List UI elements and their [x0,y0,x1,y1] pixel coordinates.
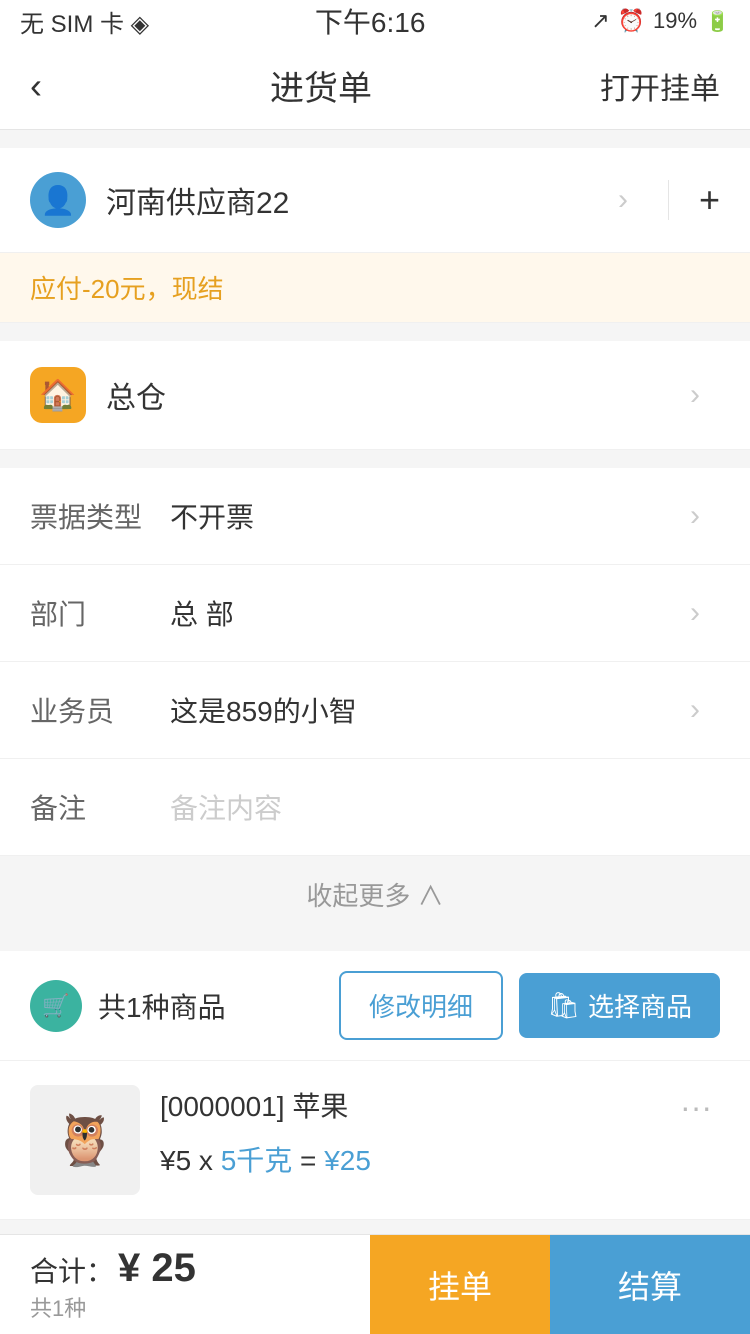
product-section-icon: 🛒 [30,980,82,1032]
add-supplier-button[interactable]: + [699,179,720,221]
remark-row[interactable]: 备注 备注内容 [0,759,750,856]
open-pending-button[interactable]: 打开挂单 [600,64,720,108]
salesperson-row[interactable]: 业务员 这是859的小智 › [0,662,750,759]
total-amount: ¥ 25 [118,1246,196,1291]
supplier-section: 👤 河南供应商22 › + 应付-20元，现结 [0,148,750,323]
back-button[interactable]: ‹ [30,65,42,107]
invoice-type-row[interactable]: 票据类型 不开票 › [0,468,750,565]
warehouse-name: 总仓 [106,373,690,417]
status-bar: 无 SIM 卡 ◈ 下午6:16 ↗ ⏰ 19% 🔋 [0,0,750,42]
product-info: [0000001] 苹果 ¥5 x 5千克 = ¥25 [160,1085,672,1179]
battery-icon: 🔋 [705,9,730,34]
checkout-button[interactable]: 结算 [550,1235,750,1334]
total-label: 合计： [30,1250,114,1290]
divider-3 [0,450,750,468]
warehouse-row[interactable]: 🏠 总仓 › [0,341,750,450]
collapse-bar[interactable]: 收起更多 ∧ [0,856,750,933]
divider-2 [0,323,750,341]
total-sub: 共1种 [30,1291,340,1323]
salesperson-label: 业务员 [30,690,170,730]
equals-sign: = [292,1145,324,1176]
product-thumbnail: 🦉 [30,1085,140,1195]
product-item: 🦉 [0000001] 苹果 ¥5 x 5千克 = ¥25 ··· [0,1061,750,1220]
supplier-row[interactable]: 👤 河南供应商22 › + [0,148,750,253]
invoice-type-value: 不开票 [170,496,690,536]
status-right: ↗ ⏰ 19% 🔋 [591,8,730,34]
chevron-right-icon: › [690,693,700,727]
supplier-divider [668,180,669,220]
supplier-name: 河南供应商22 [106,178,618,222]
alarm-icon: ⏰ [618,8,645,34]
chevron-right-icon: › [690,499,700,533]
chevron-right-icon: › [690,596,700,630]
info-banner: 应付-20元，现结 [0,253,750,323]
invoice-type-label: 票据类型 [30,496,170,536]
bottom-bar: 合计： ¥ 25 共1种 挂单 结算 [0,1234,750,1334]
select-product-button[interactable]: 🛍 选择商品 [519,973,720,1038]
nav-bar: ‹ 进货单 打开挂单 [0,42,750,130]
cart-icon: 🛒 [42,993,69,1019]
remark-label: 备注 [30,787,170,827]
status-time: 下午6:16 [315,1,426,41]
battery-status: 19% [653,8,697,34]
form-section: 票据类型 不开票 › 部门 总 部 › 业务员 这是859的小智 › 备注 备注… [0,468,750,856]
product-count: 共1种商品 [98,986,339,1026]
sim-status: 无 SIM 卡 ◈ [20,4,149,39]
location-icon: ↗ [591,8,609,34]
select-label: 选择商品 [588,987,692,1024]
product-total: ¥25 [324,1145,371,1176]
avatar: 👤 [30,172,86,228]
warehouse-section: 🏠 总仓 › [0,341,750,450]
product-header: 🛒 共1种商品 修改明细 🛍 选择商品 [0,951,750,1061]
department-label: 部门 [30,593,170,633]
warehouse-icon: 🏠 [30,367,86,423]
select-icon: 🛍 [547,990,580,1021]
avatar-icon: 👤 [41,184,76,217]
chevron-right-icon: › [618,183,628,217]
product-quantity: 5千克 [221,1145,293,1176]
department-row[interactable]: 部门 总 部 › [0,565,750,662]
page-title: 进货单 [270,61,372,110]
product-menu-button[interactable]: ··· [672,1085,720,1130]
status-left: 无 SIM 卡 ◈ [20,4,149,39]
remark-placeholder[interactable]: 备注内容 [170,787,720,827]
price-formula: ¥5 x [160,1145,221,1176]
hang-button[interactable]: 挂单 [370,1235,550,1334]
total-section: 合计： ¥ 25 共1种 [0,1246,370,1323]
edit-detail-button[interactable]: 修改明细 [339,971,503,1040]
divider-1 [0,130,750,148]
department-value: 总 部 [170,593,690,633]
salesperson-value: 这是859的小智 [170,690,690,730]
product-name: [0000001] 苹果 [160,1085,672,1125]
product-placeholder-icon: 🦉 [54,1111,116,1170]
chevron-right-icon: › [690,378,700,412]
product-price: ¥5 x 5千克 = ¥25 [160,1139,672,1179]
